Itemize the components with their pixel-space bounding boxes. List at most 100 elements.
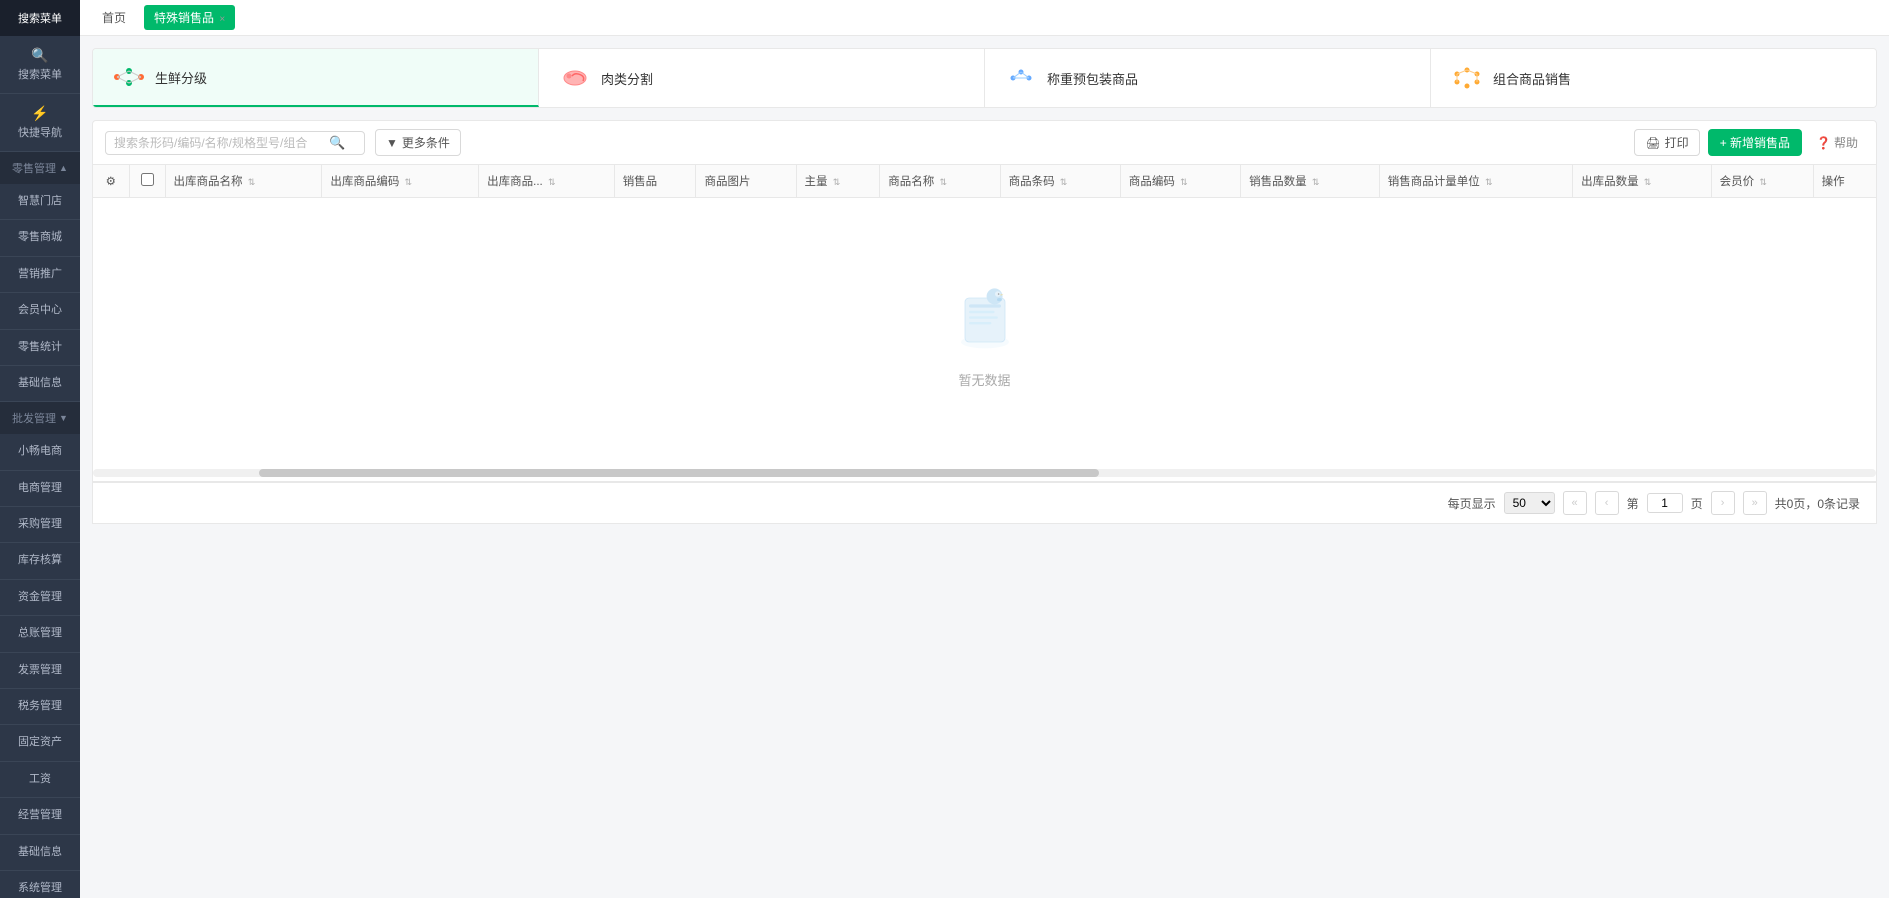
page-size-select[interactable]: 50 100 200	[1504, 492, 1555, 514]
pagination-bar: 每页显示 50 100 200 « ‹ 第 页 › » 共0页，0条记录	[92, 482, 1877, 524]
col-sales-unit[interactable]: 销售商品计量单位 ⇅	[1379, 165, 1572, 198]
search-wrap[interactable]: 🔍	[105, 131, 365, 155]
sidebar-item-marketing[interactable]: 营销推广	[0, 257, 80, 293]
sidebar-item-label: 库存核算	[18, 554, 62, 566]
close-tab-icon[interactable]: ×	[219, 14, 225, 25]
sidebar-item-search-menu[interactable]: 🔍 搜索菜单	[0, 36, 80, 94]
col-operation: 操作	[1813, 165, 1876, 198]
col-member-price[interactable]: 会员价 ⇅	[1711, 165, 1813, 198]
app-logo: 搜索菜单	[0, 0, 80, 36]
page-content: 生鲜分级 肉类分割	[80, 36, 1889, 898]
col-out-product-extra[interactable]: 出库商品... ⇅	[479, 165, 615, 198]
sort-icon: ⇅	[1485, 177, 1493, 187]
col-out-qty[interactable]: 出库品数量 ⇅	[1573, 165, 1712, 198]
sort-icon: ⇅	[548, 177, 556, 187]
horizontal-scrollbar[interactable]	[93, 469, 1876, 477]
tab-card-fresh-grade[interactable]: 生鲜分级	[93, 49, 539, 107]
sidebar-item-label: 发票管理	[18, 664, 62, 676]
sidebar-item-label: 电商管理	[18, 482, 62, 494]
col-product-image[interactable]: 商品图片	[696, 165, 796, 198]
home-tab-label: 首页	[102, 11, 126, 25]
sidebar-item-label: 基础信息	[18, 377, 62, 389]
checkbox-col-header[interactable]	[129, 165, 165, 198]
help-label: 帮助	[1834, 134, 1858, 151]
first-page-button[interactable]: «	[1563, 491, 1587, 515]
main-content: 首页 特殊销售品 ×	[80, 0, 1889, 898]
sidebar-item-retail-mall[interactable]: 零售商城	[0, 220, 80, 256]
sidebar-item-label: 快捷导航	[18, 127, 62, 139]
sidebar-item-label: 营销推广	[18, 268, 62, 280]
next-page-button[interactable]: ›	[1711, 491, 1735, 515]
help-icon: ❓	[1816, 136, 1831, 150]
new-sales-button[interactable]: + 新增销售品	[1708, 129, 1802, 156]
sidebar-item-label: 小畅电商	[18, 445, 62, 457]
col-product-name[interactable]: 商品名称 ⇅	[880, 165, 1000, 198]
retail-mgmt-label: 零售管理	[12, 160, 56, 176]
sidebar-item-member-center[interactable]: 会员中心	[0, 293, 80, 329]
col-main-weight[interactable]: 主量 ⇅	[796, 165, 880, 198]
page-input[interactable]	[1647, 493, 1683, 513]
topbar-tab-home[interactable]: 首页	[92, 5, 136, 30]
sidebar-item-smart-store[interactable]: 智慧门店	[0, 184, 80, 220]
sort-icon: ⇅	[939, 177, 947, 187]
sidebar-item-label: 资金管理	[18, 591, 62, 603]
sort-icon: ⇅	[833, 177, 841, 187]
sidebar-item-quick-nav[interactable]: ⚡ 快捷导航	[0, 94, 80, 152]
filter-icon: ▼	[386, 136, 398, 150]
sidebar-item-ecommerce-mgmt[interactable]: 电商管理	[0, 471, 80, 507]
search-menu-icon: 🔍	[4, 46, 76, 66]
sidebar-item-ops-mgmt[interactable]: 经营管理	[0, 798, 80, 834]
col-barcode[interactable]: 商品条码 ⇅	[1000, 165, 1120, 198]
prev-page-button[interactable]: ‹	[1595, 491, 1619, 515]
tab-card-label: 肉类分割	[601, 69, 653, 88]
col-sales-qty[interactable]: 销售品数量 ⇅	[1241, 165, 1380, 198]
sidebar-item-wholesale-mgmt[interactable]: 批发管理 ▼	[0, 402, 80, 434]
scroll-thumb[interactable]	[259, 469, 1099, 477]
filter-button[interactable]: ▼ 更多条件	[375, 129, 461, 156]
sort-icon: ⇅	[405, 177, 413, 187]
sidebar-item-finance-mgmt[interactable]: 资金管理	[0, 580, 80, 616]
chevron-down-icon: ▲	[59, 163, 68, 173]
sidebar-item-label: 固定资产	[18, 736, 62, 748]
col-product-code[interactable]: 商品编码 ⇅	[1120, 165, 1240, 198]
sidebar-item-fixed-assets[interactable]: 固定资产	[0, 725, 80, 761]
sidebar-item-basic-info[interactable]: 基础信息	[0, 366, 80, 402]
combo-sales-icon	[1451, 64, 1483, 92]
sidebar-item-label: 零售统计	[18, 341, 62, 353]
sidebar-item-system-mgmt[interactable]: 系统管理	[0, 871, 80, 898]
col-out-product-name[interactable]: 出库商品名称 ⇅	[165, 165, 322, 198]
sidebar-item-general-ledger[interactable]: 总账管理	[0, 616, 80, 652]
sidebar-item-label: 基础信息	[18, 846, 62, 858]
sidebar-item-inventory[interactable]: 库存核算	[0, 543, 80, 579]
sidebar-item-tax-mgmt[interactable]: 税务管理	[0, 689, 80, 725]
search-input[interactable]	[114, 136, 324, 150]
sidebar-item-mini-shop[interactable]: 小畅电商	[0, 434, 80, 470]
sort-icon: ⇅	[1644, 177, 1652, 187]
tab-card-combo-sales[interactable]: 组合商品销售	[1431, 49, 1876, 107]
sidebar-item-basic-info2[interactable]: 基础信息	[0, 835, 80, 871]
settings-col-header[interactable]: ⚙	[93, 165, 129, 198]
tab-card-weight-packed[interactable]: 称重预包装商品	[985, 49, 1431, 107]
total-label: 共0页，0条记录	[1775, 495, 1860, 512]
sidebar-item-salary[interactable]: 工资	[0, 762, 80, 798]
wholesale-mgmt-label: 批发管理	[12, 410, 56, 426]
help-button[interactable]: ❓ 帮助	[1810, 130, 1864, 155]
sidebar-item-retail-stats[interactable]: 零售统计	[0, 330, 80, 366]
topbar-tab-special-sales[interactable]: 特殊销售品 ×	[144, 5, 235, 30]
select-all-checkbox[interactable]	[141, 173, 154, 186]
feature-tabs: 生鲜分级 肉类分割	[92, 48, 1877, 108]
tab-card-meat-cut[interactable]: 肉类分割	[539, 49, 985, 107]
col-sales-product[interactable]: 销售品	[614, 165, 696, 198]
active-tab-label: 特殊销售品	[154, 11, 214, 25]
sidebar-item-purchase-mgmt[interactable]: 采购管理	[0, 507, 80, 543]
table-header-row: ⚙ 出库商品名称 ⇅ 出库商品编码 ⇅ 出库商品	[93, 165, 1876, 198]
tab-card-label: 称重预包装商品	[1047, 69, 1138, 88]
sidebar: 搜索菜单 🔍 搜索菜单 ⚡ 快捷导航 零售管理 ▲ 智慧门店 零售商城 营销推广…	[0, 0, 80, 898]
print-button[interactable]: 🖨 打印	[1634, 129, 1699, 156]
sidebar-item-invoice-mgmt[interactable]: 发票管理	[0, 653, 80, 689]
toolbar-right: 🖨 打印 + 新增销售品 ❓ 帮助	[1634, 129, 1864, 156]
sidebar-item-retail-mgmt[interactable]: 零售管理 ▲	[0, 152, 80, 184]
last-page-button[interactable]: »	[1743, 491, 1767, 515]
col-out-product-code[interactable]: 出库商品编码 ⇅	[322, 165, 479, 198]
chevron-down-icon: ▼	[59, 413, 68, 423]
